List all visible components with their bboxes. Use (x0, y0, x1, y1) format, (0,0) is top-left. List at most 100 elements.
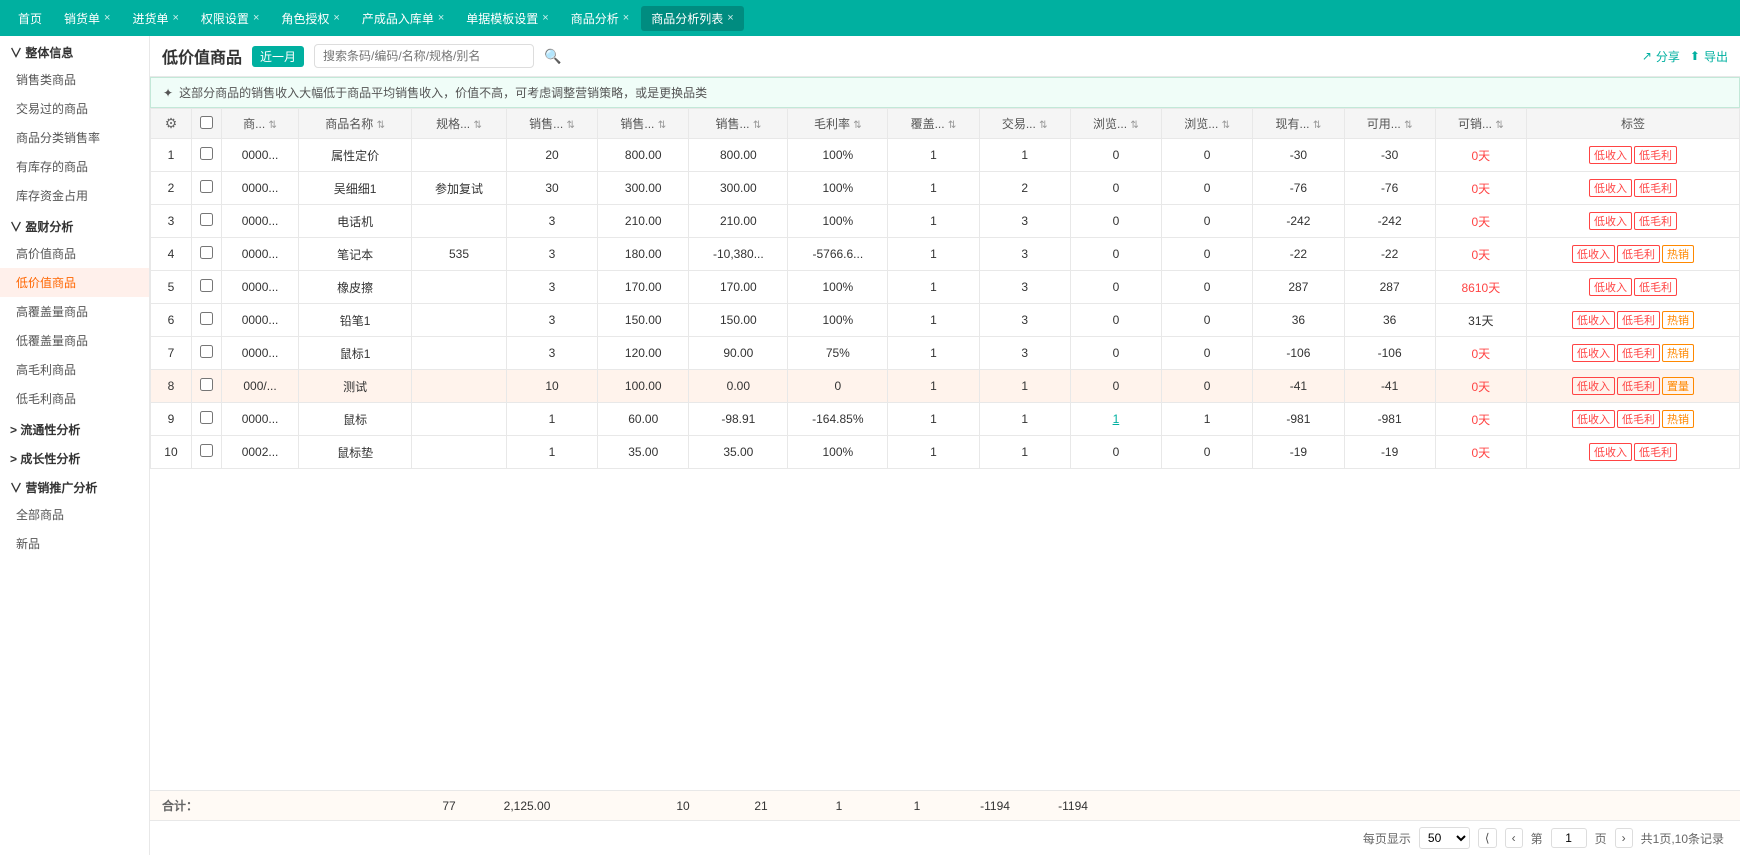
close-permission[interactable]: × (253, 12, 259, 24)
row-tags: 低收入低毛利置量 (1526, 370, 1739, 403)
row-checkbox-cell[interactable] (191, 238, 221, 271)
th-col2[interactable]: 销售... ⇅ (598, 109, 689, 139)
next-page-button[interactable]: › (1615, 828, 1633, 848)
table-wrapper[interactable]: ⚙ 商... ⇅ 商品名称 ⇅ 规格... ⇅ 销售... ⇅ 销售... ⇅ … (150, 108, 1740, 790)
row-checkbox-cell[interactable] (191, 304, 221, 337)
row-checkbox[interactable] (200, 279, 213, 292)
nav-product-stock[interactable]: 产成品入库单 × (352, 6, 454, 31)
sidebar-item-category-sales[interactable]: 商品分类销售率 (0, 123, 149, 152)
th-margin[interactable]: 毛利率 ⇅ (788, 109, 888, 139)
row-checkbox[interactable] (200, 345, 213, 358)
row-browse1[interactable]: 0 (1070, 436, 1161, 469)
th-browse2[interactable]: 浏览... ⇅ (1162, 109, 1253, 139)
th-checkbox[interactable] (191, 109, 221, 139)
th-coverage[interactable]: 覆盖... ⇅ (888, 109, 979, 139)
sidebar-item-traded-products[interactable]: 交易过的商品 (0, 94, 149, 123)
close-product-stock[interactable]: × (438, 12, 444, 24)
sidebar-item-new-products[interactable]: 新品 (0, 529, 149, 558)
first-page-button[interactable]: ⟨ (1478, 828, 1497, 848)
th-col1[interactable]: 销售... ⇅ (506, 109, 597, 139)
row-checkbox-cell[interactable] (191, 403, 221, 436)
row-checkbox[interactable] (200, 444, 213, 457)
sidebar-item-high-value[interactable]: 高价值商品 (0, 239, 149, 268)
page-size-select[interactable]: 50 100 200 (1419, 827, 1470, 849)
close-sales-order[interactable]: × (104, 12, 110, 24)
row-browse1[interactable]: 0 (1070, 139, 1161, 172)
sidebar-group-financial[interactable]: ∨ 盈财分析 (0, 210, 149, 239)
th-name[interactable]: 商品名称 ⇅ (299, 109, 412, 139)
sidebar-item-high-coverage[interactable]: 高覆盖量商品 (0, 297, 149, 326)
row-checkbox[interactable] (200, 147, 213, 160)
nav-product-analysis-list[interactable]: 商品分析列表 × (641, 6, 743, 31)
row-browse1[interactable]: 0 (1070, 238, 1161, 271)
sidebar-group-marketing[interactable]: ∨ 营销推广分析 (0, 471, 149, 500)
sidebar-item-inventory-funds[interactable]: 库存资金占用 (0, 181, 149, 210)
row-browse1[interactable]: 0 (1070, 205, 1161, 238)
row-checkbox[interactable] (200, 378, 213, 391)
th-browse1[interactable]: 浏览... ⇅ (1070, 109, 1161, 139)
sidebar-item-sales-products[interactable]: 销售类商品 (0, 65, 149, 94)
close-role-auth[interactable]: × (333, 12, 339, 24)
row-checkbox-cell[interactable] (191, 436, 221, 469)
nav-sales-order[interactable]: 销货单 × (54, 6, 120, 31)
period-tag[interactable]: 近一月 (252, 46, 304, 67)
nav-product-analysis[interactable]: 商品分析 × (561, 6, 639, 31)
close-purchase-order[interactable]: × (172, 12, 178, 24)
sidebar-item-low-margin[interactable]: 低毛利商品 (0, 384, 149, 413)
th-spec[interactable]: 规格... ⇅ (412, 109, 507, 139)
select-all-checkbox[interactable] (200, 116, 213, 129)
row-checkbox[interactable] (200, 312, 213, 325)
row-browse1[interactable]: 0 (1070, 337, 1161, 370)
sidebar-group-growth[interactable]: > 成长性分析 (0, 442, 149, 471)
th-tags[interactable]: 标签 (1526, 109, 1739, 139)
browse-link[interactable]: 1 (1113, 412, 1120, 426)
th-code[interactable]: 商... ⇅ (221, 109, 298, 139)
share-button[interactable]: ↗ 分享 (1642, 48, 1680, 65)
search-icon[interactable]: 🔍 (544, 48, 561, 65)
th-col3[interactable]: 销售... ⇅ (689, 109, 788, 139)
row-checkbox[interactable] (200, 213, 213, 226)
row-browse1[interactable]: 0 (1070, 271, 1161, 304)
sidebar-group-circulation[interactable]: > 流通性分析 (0, 413, 149, 442)
sidebar-item-all-products[interactable]: 全部商品 (0, 500, 149, 529)
th-trade[interactable]: 交易... ⇅ (979, 109, 1070, 139)
nav-permission[interactable]: 权限设置 × (191, 6, 269, 31)
nav-template[interactable]: 单据模板设置 × (456, 6, 558, 31)
row-browse1[interactable]: 0 (1070, 172, 1161, 205)
row-checkbox[interactable] (200, 411, 213, 424)
row-checkbox-cell[interactable] (191, 205, 221, 238)
sidebar-group-overview[interactable]: ∨ 整体信息 (0, 36, 149, 65)
nav-home[interactable]: 首页 (8, 6, 52, 31)
search-input[interactable] (314, 44, 534, 68)
close-product-analysis-list[interactable]: × (727, 12, 733, 24)
row-coverage: 1 (888, 370, 979, 403)
close-template[interactable]: × (542, 12, 548, 24)
th-available[interactable]: 可用... ⇅ (1344, 109, 1435, 139)
row-browse1[interactable]: 0 (1070, 370, 1161, 403)
th-stock[interactable]: 现有... ⇅ (1253, 109, 1344, 139)
row-checkbox-cell[interactable] (191, 172, 221, 205)
row-checkbox-cell[interactable] (191, 271, 221, 304)
tag-badge: 低收入 (1572, 410, 1615, 428)
row-checkbox[interactable] (200, 180, 213, 193)
sidebar-item-low-value[interactable]: 低价值商品 (0, 268, 149, 297)
row-checkbox-cell[interactable] (191, 139, 221, 172)
th-sellable[interactable]: 可销... ⇅ (1435, 109, 1526, 139)
nav-role-auth[interactable]: 角色授权 × (271, 6, 349, 31)
row-browse2: 1 (1162, 403, 1253, 436)
export-button[interactable]: ⬆ 导出 (1690, 48, 1728, 65)
row-checkbox[interactable] (200, 246, 213, 259)
sidebar-item-stocked-products[interactable]: 有库存的商品 (0, 152, 149, 181)
th-settings[interactable]: ⚙ (151, 109, 192, 139)
close-product-analysis[interactable]: × (623, 12, 629, 24)
prev-page-button[interactable]: ‹ (1505, 828, 1523, 848)
settings-icon[interactable]: ⚙ (165, 115, 178, 131)
nav-purchase-order[interactable]: 进货单 × (122, 6, 188, 31)
row-checkbox-cell[interactable] (191, 337, 221, 370)
sidebar-item-low-coverage[interactable]: 低覆盖量商品 (0, 326, 149, 355)
row-browse1[interactable]: 0 (1070, 304, 1161, 337)
row-checkbox-cell[interactable] (191, 370, 221, 403)
sidebar-item-high-margin[interactable]: 高毛利商品 (0, 355, 149, 384)
row-browse1[interactable]: 1 (1070, 403, 1161, 436)
page-input[interactable] (1551, 828, 1587, 848)
